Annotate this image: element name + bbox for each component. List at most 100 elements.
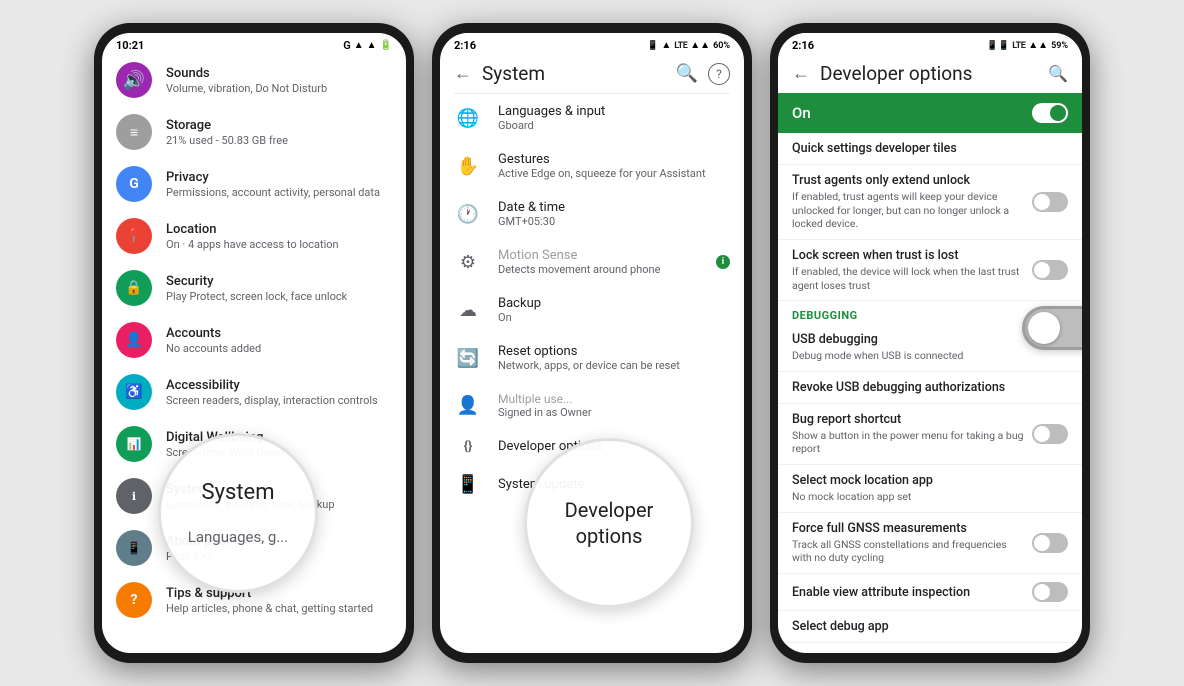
lte-badge-3: LTE	[1012, 41, 1025, 51]
quick-settings-item[interactable]: Quick settings developer tiles	[778, 133, 1082, 165]
usb-debugging-sub: Debug mode when USB is connected	[792, 349, 1068, 363]
digital-wellbeing-item[interactable]: 📊 Digital Wellbeing Screen time, Wind Do…	[102, 418, 406, 470]
security-item[interactable]: 🔒 Security Play Protect, screen lock, fa…	[102, 262, 406, 314]
location-item[interactable]: 📍 Location On · 4 apps have access to lo…	[102, 210, 406, 262]
accounts-sub: No accounts added	[166, 342, 392, 355]
about-title: About phone	[166, 534, 392, 549]
devopt-item[interactable]: {} Developer options	[440, 429, 744, 464]
tips-item[interactable]: ? Tips & support Help articles, phone & …	[102, 574, 406, 626]
gestures-text: Gestures Active Edge on, squeeze for you…	[498, 152, 706, 180]
search-button-2[interactable]: 🔍	[676, 63, 698, 84]
trust-agents-row: Trust agents only extend unlock If enabl…	[792, 173, 1068, 231]
multiuser-item[interactable]: 👤 Multiple use... Signed in as Owner	[440, 382, 744, 429]
sounds-text: Sounds Volume, vibration, Do Not Disturb	[166, 66, 392, 95]
search-button-3[interactable]: 🔍	[1048, 64, 1068, 83]
bug-report-item[interactable]: Bug report shortcut Show a button in the…	[778, 404, 1082, 465]
system-screen-title: System	[482, 62, 666, 85]
view-attr-item[interactable]: Enable view attribute inspection	[778, 574, 1082, 611]
sounds-item[interactable]: 🔊 Sounds Volume, vibration, Do Not Distu…	[102, 54, 406, 106]
location-title: Location	[166, 222, 392, 237]
motion-sense-item[interactable]: ⚙ Motion Sense Detects movement around p…	[440, 238, 744, 286]
usb-debugging-item[interactable]: USB debugging Debug mode when USB is con…	[778, 324, 1082, 372]
backup-text: Backup On	[498, 296, 541, 324]
location-text: Location On · 4 apps have access to loca…	[166, 222, 392, 251]
lang-title: Languages & input	[498, 104, 605, 119]
dev-options-list: Quick settings developer tiles Trust age…	[778, 133, 1082, 653]
accessibility-item[interactable]: ♿ Accessibility Screen readers, display,…	[102, 366, 406, 418]
system-item[interactable]: ℹ System Languages, gestures, time, back…	[102, 470, 406, 522]
status-icons-3: 📱📱 LTE ▲▲ 59%	[987, 40, 1068, 51]
tips-text: Tips & support Help articles, phone & ch…	[166, 586, 392, 615]
backup-icon: ☁	[454, 300, 482, 321]
datetime-item[interactable]: 🕐 Date & time GMT+05:30	[440, 190, 744, 238]
accessibility-icon: ♿	[116, 374, 152, 410]
back-button-2[interactable]: ←	[454, 63, 472, 84]
accessibility-title: Accessibility	[166, 378, 392, 393]
lang-icon: 🌐	[454, 108, 482, 129]
usb-toggle-large[interactable]	[1022, 306, 1082, 350]
bug-report-sub: Show a button in the power menu for taki…	[792, 429, 1024, 456]
trust-agents-toggle[interactable]	[1032, 192, 1068, 212]
about-text: About phone Pixel 4 XL	[166, 534, 392, 563]
help-button-2[interactable]: ?	[708, 63, 730, 85]
accessibility-sub: Screen readers, display, interaction con…	[166, 394, 392, 407]
storage-item[interactable]: ≡ Storage 21% used - 50.83 GB free	[102, 106, 406, 158]
lock-screen-toggle[interactable]	[1032, 260, 1068, 280]
view-attr-toggle[interactable]	[1032, 582, 1068, 602]
storage-title: Storage	[166, 118, 392, 133]
sysupdate-item[interactable]: 📱 System update	[440, 464, 744, 505]
system-icon: ℹ	[116, 478, 152, 514]
digital-wellbeing-title: Digital Wellbeing	[166, 430, 392, 445]
bug-report-toggle[interactable]	[1032, 424, 1068, 444]
system-sub: Languages, gestures, time, backup	[166, 498, 392, 511]
system-top-bar: ← System 🔍 ?	[440, 54, 744, 93]
wifi2-icon: ▲	[661, 40, 671, 51]
back-button-3[interactable]: ←	[792, 63, 810, 84]
dev-on-bar[interactable]: On	[778, 93, 1082, 133]
mock-location-item[interactable]: Select mock location app No mock locatio…	[778, 465, 1082, 513]
tips-title: Tips & support	[166, 586, 392, 601]
gnss-item[interactable]: Force full GNSS measurements Track all G…	[778, 513, 1082, 574]
lock-screen-item[interactable]: Lock screen when trust is lost If enable…	[778, 240, 1082, 301]
reset-title: Reset options	[498, 344, 680, 359]
motion-sub: Detects movement around phone	[498, 263, 700, 276]
gnss-toggle[interactable]	[1032, 533, 1068, 553]
signal-icon: ▲	[367, 40, 377, 51]
sounds-title: Sounds	[166, 66, 392, 81]
accessibility-text: Accessibility Screen readers, display, i…	[166, 378, 392, 407]
about-phone-item[interactable]: 📱 About phone Pixel 4 XL	[102, 522, 406, 574]
about-sub: Pixel 4 XL	[166, 550, 392, 563]
backup-item[interactable]: ☁ Backup On	[440, 286, 744, 334]
about-icon: 📱	[116, 530, 152, 566]
reset-item[interactable]: 🔄 Reset options Network, apps, or device…	[440, 334, 744, 382]
datetime-title: Date & time	[498, 200, 565, 215]
gnss-sub: Track all GNSS constellations and freque…	[792, 538, 1024, 565]
revoke-usb-item[interactable]: Revoke USB debugging authorizations	[778, 372, 1082, 404]
gestures-item[interactable]: ✋ Gestures Active Edge on, squeeze for y…	[440, 142, 744, 190]
gestures-icon: ✋	[454, 156, 482, 177]
lock-screen-sub: If enabled, the device will lock when th…	[792, 265, 1024, 292]
view-attr-title: Enable view attribute inspection	[792, 585, 1024, 600]
trust-agents-sub: If enabled, trust agents will keep your …	[792, 190, 1024, 231]
datetime-text: Date & time GMT+05:30	[498, 200, 565, 228]
signal3-icon: ▲▲	[1028, 40, 1048, 51]
accounts-icon: 👤	[116, 322, 152, 358]
system-title: System	[166, 482, 392, 497]
sounds-icon: 🔊	[116, 62, 152, 98]
accounts-item[interactable]: 👤 Accounts No accounts added	[102, 314, 406, 366]
backup-sub: On	[498, 311, 541, 324]
privacy-item[interactable]: G Privacy Permissions, account activity,…	[102, 158, 406, 210]
privacy-text: Privacy Permissions, account activity, p…	[166, 170, 392, 199]
mock-location-sub: No mock location app set	[792, 490, 1068, 504]
motion-text: Motion Sense Detects movement around pho…	[498, 248, 700, 276]
security-icon: 🔒	[116, 270, 152, 306]
whatsapp-icon: 📱	[647, 41, 658, 51]
location-sub: On · 4 apps have access to location	[166, 238, 392, 251]
trust-agents-item[interactable]: Trust agents only extend unlock If enabl…	[778, 165, 1082, 240]
icons3: 📱📱	[987, 41, 1009, 51]
lang-input-item[interactable]: 🌐 Languages & input Gboard	[440, 94, 744, 142]
datetime-icon: 🕐	[454, 204, 482, 225]
trust-agents-title: Trust agents only extend unlock	[792, 173, 1024, 188]
dev-on-toggle[interactable]	[1032, 103, 1068, 123]
debug-app-item[interactable]: Select debug app	[778, 611, 1082, 643]
